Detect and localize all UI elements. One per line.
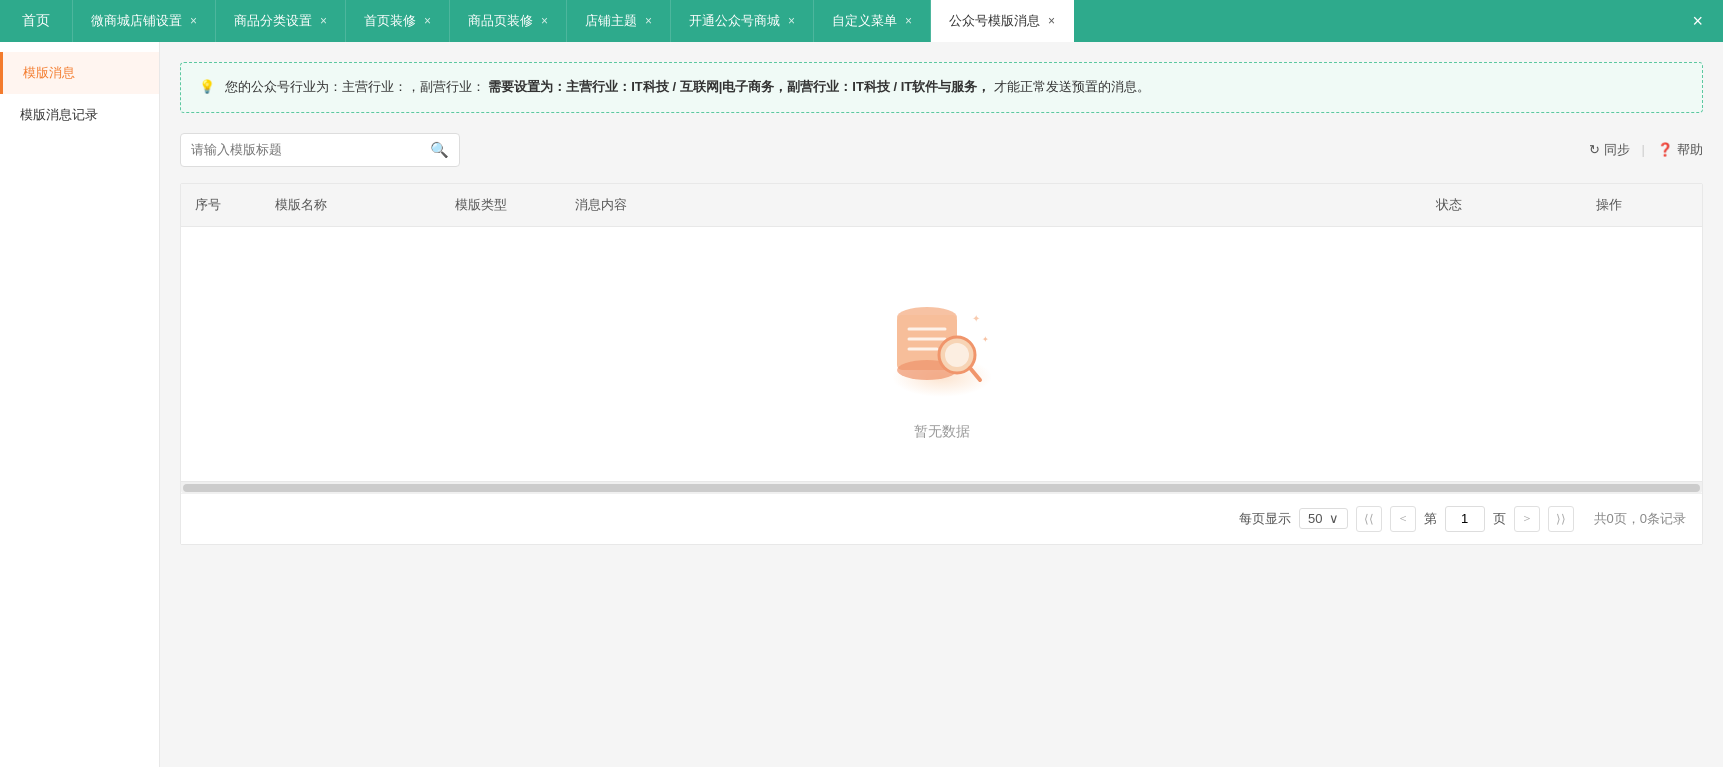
tab-home-decor-close[interactable]: × (424, 14, 431, 28)
tab-product-category[interactable]: 商品分类设置 × (216, 0, 346, 42)
search-input[interactable] (191, 142, 430, 157)
tab-product-decor-close[interactable]: × (541, 14, 548, 28)
pagination: 每页显示 50 ∨ ⟨⟨ ＜ 第 页 ＞ ⟩⟩ 共0页，0条记录 (181, 493, 1702, 544)
first-page-button[interactable]: ⟨⟨ (1356, 506, 1382, 532)
tab-open-mall-label: 开通公众号商城 (689, 12, 780, 30)
sidebar-item-template-log-label: 模版消息记录 (20, 107, 98, 122)
col-content: 消息内容 (561, 184, 1422, 226)
tab-shop-theme[interactable]: 店铺主题 × (567, 0, 671, 42)
tab-product-decor-label: 商品页装修 (468, 12, 533, 30)
sidebar-item-template-log[interactable]: 模版消息记录 (0, 94, 159, 136)
col-status: 状态 (1422, 184, 1582, 226)
sidebar-item-template-msg-label: 模版消息 (23, 65, 75, 80)
toolbar-right: ↻ 同步 | ❓ 帮助 (1589, 141, 1703, 159)
sync-icon: ↻ (1589, 142, 1600, 157)
scroll-thumb[interactable] (183, 484, 1700, 492)
horizontal-scrollbar[interactable] (181, 481, 1702, 493)
content-area: 💡 您的公众号行业为：主营行业：，副营行业： 需要设置为：主营行业：IT科技 /… (160, 42, 1723, 767)
next-page-button[interactable]: ＞ (1514, 506, 1540, 532)
tab-template-msg-label: 公众号模版消息 (949, 12, 1040, 30)
table-header: 序号 模版名称 模版类型 消息内容 状态 操作 (181, 184, 1702, 227)
chevron-down-icon: ∨ (1329, 511, 1339, 526)
help-button[interactable]: ❓ 帮助 (1657, 141, 1703, 159)
svg-text:✦: ✦ (982, 335, 989, 344)
help-label: 帮助 (1677, 141, 1703, 159)
page-unit: 页 (1493, 510, 1506, 528)
tab-shop-theme-label: 店铺主题 (585, 12, 637, 30)
col-name: 模版名称 (261, 184, 441, 226)
tab-custom-menu[interactable]: 自定义菜单 × (814, 0, 931, 42)
tab-template-msg[interactable]: 公众号模版消息 × (931, 0, 1074, 42)
page-size-select[interactable]: 50 ∨ (1299, 508, 1347, 529)
tab-home[interactable]: 首页 (0, 0, 73, 42)
prev-page-button[interactable]: ＜ (1390, 506, 1416, 532)
tab-wechat-shop[interactable]: 微商城店铺设置 × (73, 0, 216, 42)
sync-button[interactable]: ↻ 同步 (1589, 141, 1630, 159)
info-box: 💡 您的公众号行业为：主营行业：，副营行业： 需要设置为：主营行业：IT科技 /… (180, 62, 1703, 113)
page-size-value: 50 (1308, 511, 1322, 526)
tab-product-decor[interactable]: 商品页装修 × (450, 0, 567, 42)
tab-open-mall[interactable]: 开通公众号商城 × (671, 0, 814, 42)
search-icon[interactable]: 🔍 (430, 141, 449, 159)
sidebar-item-template-msg[interactable]: 模版消息 (0, 52, 159, 94)
tab-shop-theme-close[interactable]: × (645, 14, 652, 28)
total-info: 共0页，0条记录 (1594, 510, 1686, 528)
tab-custom-menu-close[interactable]: × (905, 14, 912, 28)
info-text-1: 您的公众号行业为：主营行业：，副营行业： (225, 79, 485, 94)
tab-home-label: 首页 (22, 12, 50, 30)
tab-template-msg-close[interactable]: × (1048, 14, 1055, 28)
toolbar-separator: | (1642, 142, 1645, 157)
search-bar: 🔍 ↻ 同步 | ❓ 帮助 (180, 133, 1703, 167)
data-table: 序号 模版名称 模版类型 消息内容 状态 操作 (180, 183, 1703, 545)
last-page-button[interactable]: ⟩⟩ (1548, 506, 1574, 532)
sidebar: 模版消息 模版消息记录 (0, 42, 160, 767)
tab-product-category-label: 商品分类设置 (234, 12, 312, 30)
svg-point-8 (945, 343, 969, 367)
tab-home-decor-label: 首页装修 (364, 12, 416, 30)
empty-icon: ✦ ✦ (882, 287, 1002, 407)
page-number-input[interactable] (1445, 506, 1485, 532)
page-label: 第 (1424, 510, 1437, 528)
sync-label: 同步 (1604, 141, 1630, 159)
tab-open-mall-close[interactable]: × (788, 14, 795, 28)
svg-text:✦: ✦ (972, 313, 980, 324)
bulb-icon: 💡 (199, 79, 215, 94)
empty-state: ✦ ✦ 暂无数据 (181, 227, 1702, 481)
tab-home-decor[interactable]: 首页装修 × (346, 0, 450, 42)
tab-product-category-close[interactable]: × (320, 14, 327, 28)
page-size-label: 每页显示 (1239, 510, 1291, 528)
tab-bar: 首页 微商城店铺设置 × 商品分类设置 × 首页装修 × 商品页装修 × 店铺主… (0, 0, 1723, 42)
tab-wechat-shop-close[interactable]: × (190, 14, 197, 28)
col-type: 模版类型 (441, 184, 561, 226)
window-close-button[interactable]: × (1672, 0, 1723, 42)
help-icon: ❓ (1657, 142, 1673, 157)
info-highlight: 需要设置为：主营行业：IT科技 / 互联网|电子商务，副营行业：IT科技 / I… (488, 79, 990, 94)
tab-custom-menu-label: 自定义菜单 (832, 12, 897, 30)
col-index: 序号 (181, 184, 261, 226)
tab-wechat-shop-label: 微商城店铺设置 (91, 12, 182, 30)
col-action: 操作 (1582, 184, 1702, 226)
info-text-2: 才能正常发送预置的消息。 (994, 79, 1150, 94)
search-input-wrap[interactable]: 🔍 (180, 133, 460, 167)
empty-text: 暂无数据 (914, 423, 970, 441)
main-layout: 模版消息 模版消息记录 💡 您的公众号行业为：主营行业：，副营行业： 需要设置为… (0, 42, 1723, 767)
